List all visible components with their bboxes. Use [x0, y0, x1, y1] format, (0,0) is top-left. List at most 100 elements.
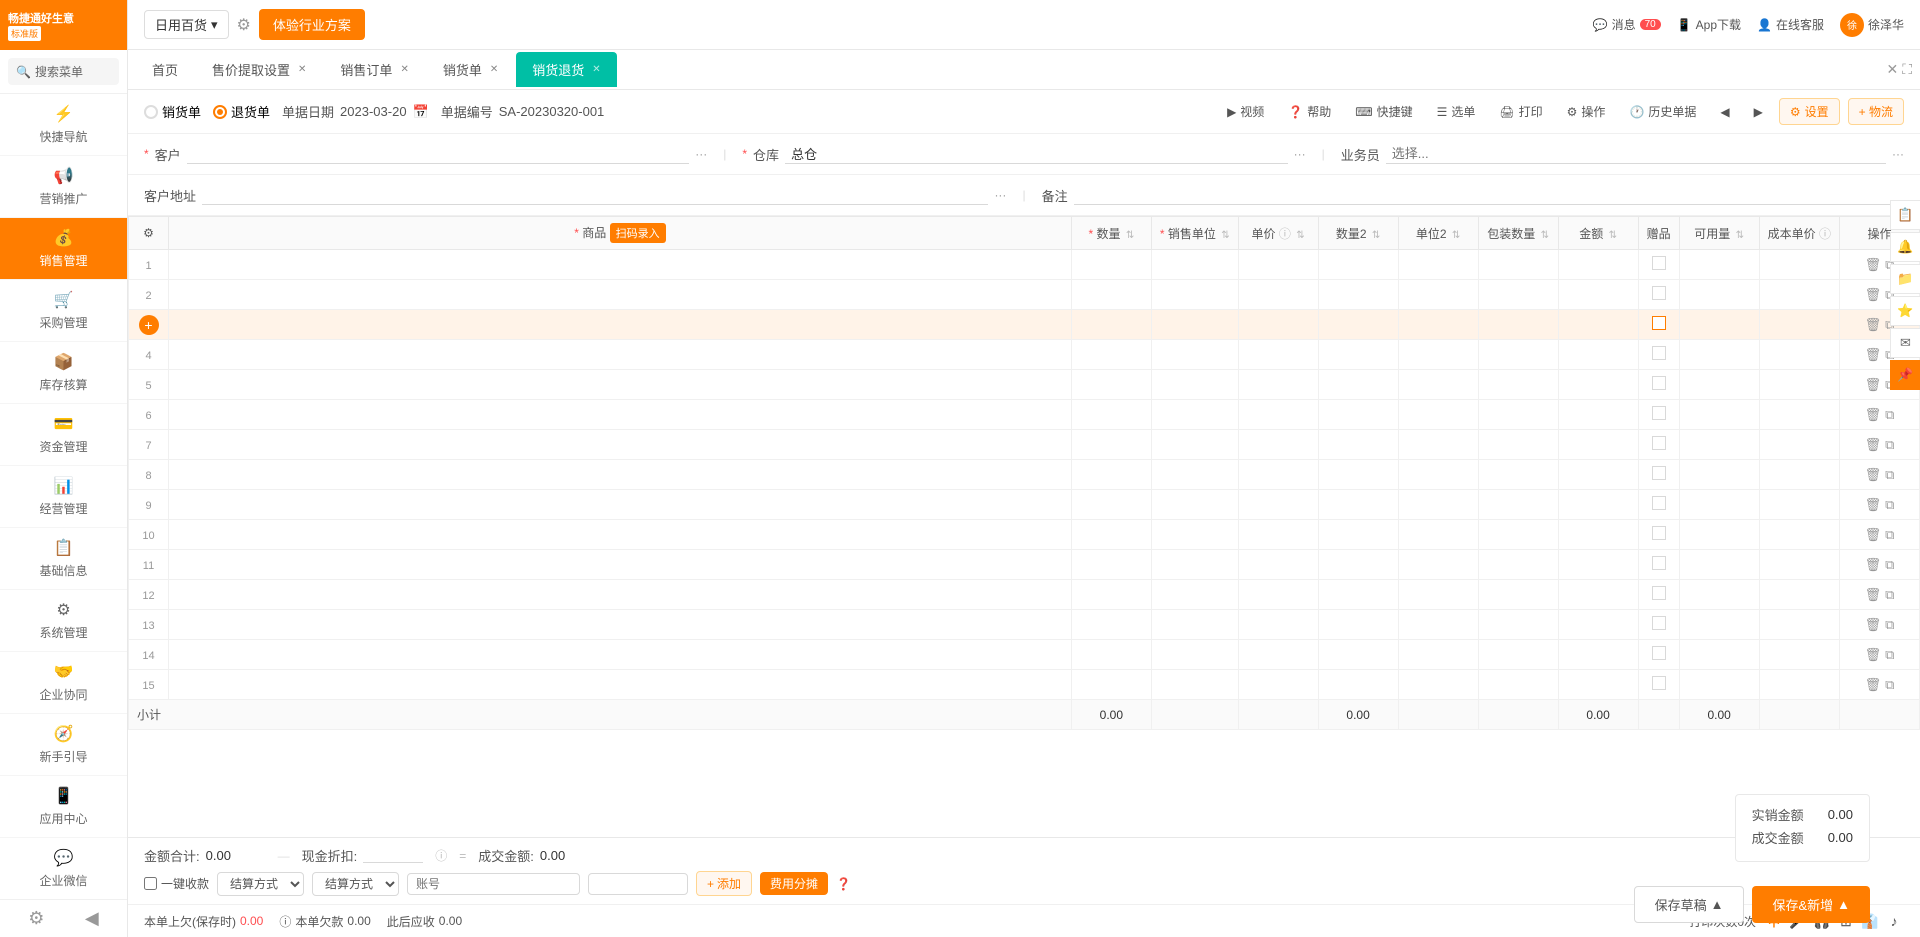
delete-icon[interactable]: 🗑 — [1865, 527, 1882, 543]
row-pack-qty-1[interactable] — [1478, 250, 1558, 280]
row-sale-unit[interactable] — [1151, 580, 1238, 610]
help-btn[interactable]: ❓ 帮助 — [1280, 99, 1339, 124]
row-cost-price[interactable] — [1759, 490, 1839, 520]
fee-split-btn[interactable]: 费用分摊 — [760, 872, 828, 895]
row-price-2[interactable] — [1238, 280, 1318, 310]
row-qty[interactable] — [1071, 340, 1151, 370]
gift-checkbox-2[interactable] — [1652, 286, 1666, 300]
row-unit2[interactable] — [1398, 490, 1478, 520]
row-available[interactable] — [1679, 550, 1759, 580]
copy-icon[interactable]: ⧉ — [1885, 437, 1894, 453]
copy-icon[interactable]: ⧉ — [1885, 407, 1894, 423]
gift-checkbox-1[interactable] — [1652, 256, 1666, 270]
unit-price-info-icon[interactable]: ⓘ — [1279, 227, 1291, 241]
row-sale-unit[interactable] — [1151, 670, 1238, 700]
sidebar-item-apps[interactable]: 📱 应用中心 — [0, 776, 127, 838]
row-product[interactable] — [169, 550, 1072, 580]
next-record-btn[interactable]: ▶ — [1746, 101, 1771, 123]
row-amount[interactable] — [1558, 580, 1638, 610]
one-click-collect-checkbox[interactable]: 一键收款 — [144, 875, 209, 892]
row-qty[interactable] — [1071, 550, 1151, 580]
row-price-3[interactable] — [1238, 310, 1318, 340]
row-qty2-3[interactable] — [1318, 310, 1398, 340]
row-unit2-3[interactable] — [1398, 310, 1478, 340]
row-gift[interactable] — [1638, 490, 1679, 520]
row-amount-3[interactable] — [1558, 310, 1638, 340]
delete-icon[interactable]: 🗑 — [1865, 557, 1882, 573]
row-cost-price[interactable] — [1759, 670, 1839, 700]
tab-sales-return-close[interactable]: ✕ — [592, 64, 600, 75]
delete-icon-1[interactable]: 🗑 — [1865, 257, 1882, 273]
row-pack-qty[interactable] — [1478, 460, 1558, 490]
gift-checkbox[interactable] — [1652, 676, 1666, 690]
row-unit2[interactable] — [1398, 640, 1478, 670]
add-logistics-btn[interactable]: + 物流 — [1848, 98, 1904, 125]
close-tab-btn[interactable]: ✕ — [1886, 61, 1898, 78]
available-sort-icon[interactable]: ⇅ — [1736, 230, 1744, 241]
collapse-sidebar-btn[interactable]: ◀ — [85, 908, 99, 929]
gift-checkbox[interactable] — [1652, 616, 1666, 630]
gift-checkbox[interactable] — [1652, 526, 1666, 540]
gift-checkbox[interactable] — [1652, 346, 1666, 360]
sidebar-item-inventory[interactable]: 📦 库存核算 — [0, 342, 127, 404]
print-btn[interactable]: 🖨 打印 — [1491, 99, 1550, 124]
row-cost-price[interactable] — [1759, 640, 1839, 670]
row-price[interactable] — [1238, 430, 1318, 460]
row-available[interactable] — [1679, 490, 1759, 520]
row-cost-price[interactable] — [1759, 460, 1839, 490]
row-pack-qty[interactable] — [1478, 430, 1558, 460]
row-qty[interactable] — [1071, 640, 1151, 670]
gift-checkbox[interactable] — [1652, 376, 1666, 390]
gift-checkbox[interactable] — [1652, 586, 1666, 600]
row-qty[interactable] — [1071, 430, 1151, 460]
qty2-sort-icon[interactable]: ⇅ — [1372, 230, 1380, 241]
info-icon-footer[interactable]: ⓘ — [435, 847, 447, 864]
row-available[interactable] — [1679, 430, 1759, 460]
delete-icon-3[interactable]: 🗑 — [1865, 317, 1882, 333]
gift-checkbox[interactable] — [1652, 466, 1666, 480]
warehouse-more-icon[interactable]: ··· — [1294, 147, 1306, 161]
gift-checkbox[interactable] — [1652, 436, 1666, 450]
row-price[interactable] — [1238, 550, 1318, 580]
row-price[interactable] — [1238, 610, 1318, 640]
row-product[interactable] — [169, 340, 1072, 370]
row-available-2[interactable] — [1679, 280, 1759, 310]
add-payment-btn[interactable]: + 添加 — [696, 871, 752, 896]
row-cost-price[interactable] — [1759, 400, 1839, 430]
amount-input[interactable] — [588, 873, 688, 895]
row-sale-unit[interactable] — [1151, 610, 1238, 640]
row-product[interactable] — [169, 430, 1072, 460]
row-gift-2[interactable] — [1638, 280, 1679, 310]
unit-price-sort-icon[interactable]: ⇅ — [1296, 230, 1304, 241]
tab-price-extract-close[interactable]: ✕ — [298, 64, 306, 75]
sidebar-item-wechat[interactable]: 💬 企业微信 — [0, 838, 127, 899]
row-price-1[interactable] — [1238, 250, 1318, 280]
copy-icon[interactable]: ⧉ — [1885, 587, 1894, 603]
messages-btn[interactable]: 💬 消息 70 — [1593, 16, 1661, 33]
sale-unit-sort-icon[interactable]: ⇅ — [1221, 230, 1229, 241]
row-qty[interactable] — [1071, 520, 1151, 550]
row-qty2[interactable] — [1318, 400, 1398, 430]
row-unit2[interactable] — [1398, 670, 1478, 700]
row-product[interactable] — [169, 670, 1072, 700]
row-price[interactable] — [1238, 340, 1318, 370]
row-pack-qty[interactable] — [1478, 490, 1558, 520]
row-qty[interactable] — [1071, 610, 1151, 640]
row-sale-unit[interactable] — [1151, 460, 1238, 490]
row-unit2[interactable] — [1398, 370, 1478, 400]
row-unit2-1[interactable] — [1398, 250, 1478, 280]
row-cost-price[interactable] — [1759, 580, 1839, 610]
row-product-1[interactable] — [169, 250, 1072, 280]
row-amount[interactable] — [1558, 550, 1638, 580]
row-pack-qty[interactable] — [1478, 400, 1558, 430]
shortcuts-btn[interactable]: ⌨ 快捷键 — [1347, 99, 1420, 124]
address-input[interactable] — [202, 185, 988, 205]
row-sale-unit[interactable] — [1151, 520, 1238, 550]
copy-icon[interactable]: ⧉ — [1885, 497, 1894, 513]
address-more-icon[interactable]: ··· — [994, 188, 1006, 202]
save-new-btn[interactable]: 保存&新增 ▲ — [1752, 886, 1870, 923]
row-product[interactable] — [169, 490, 1072, 520]
maximize-tab-btn[interactable]: ⛶ — [1902, 61, 1912, 78]
right-sidebar-btn-4[interactable]: ⭐ — [1890, 296, 1920, 326]
row-qty[interactable] — [1071, 400, 1151, 430]
